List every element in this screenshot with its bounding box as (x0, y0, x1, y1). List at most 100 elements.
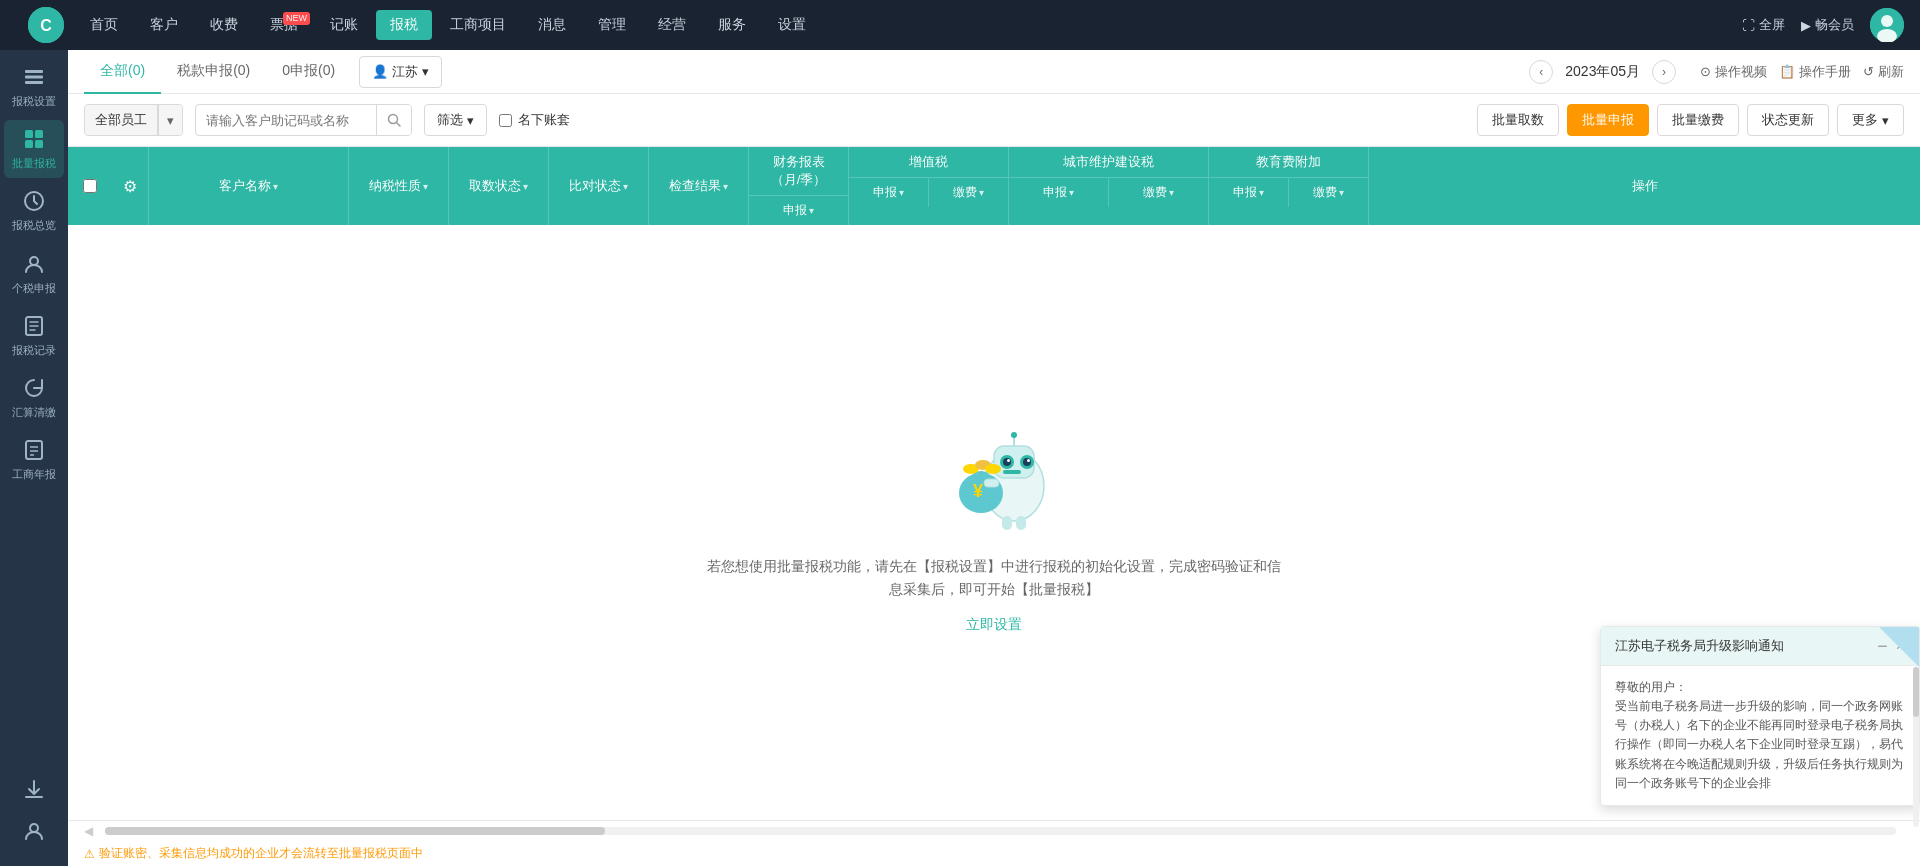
refresh-btn[interactable]: ↺ 刷新 (1863, 63, 1904, 81)
tab-right-actions: ⊙ 操作视频 📋 操作手册 ↺ 刷新 (1700, 63, 1904, 81)
sidebar-item-personal-tax[interactable]: 个税申报 (4, 245, 64, 303)
filter-icon[interactable]: ▾ (809, 205, 814, 216)
batch-declare-btn[interactable]: 批量申报 (1567, 104, 1649, 136)
nav-item-business[interactable]: 工商项目 (436, 10, 520, 40)
svg-line-25 (397, 123, 401, 127)
filter-icon[interactable]: ▾ (1339, 187, 1344, 198)
search-input[interactable] (196, 113, 376, 128)
sidebar-item-annual-report[interactable]: 工商年报 (4, 431, 64, 489)
th-city-pay: 缴费 ▾ (1108, 178, 1208, 207)
th-group-education: 教育费附加 申报 ▾ 缴费 ▾ (1208, 147, 1368, 225)
nav-item-home[interactable]: 首页 (76, 10, 132, 40)
member-btn[interactable]: ▶ 畅会员 (1801, 16, 1854, 34)
nav-item-bookkeeping[interactable]: 记账 (316, 10, 372, 40)
search-button[interactable] (376, 105, 411, 135)
svg-rect-43 (984, 479, 999, 487)
more-btn[interactable]: 更多 ▾ (1837, 104, 1904, 136)
sidebar-item-tax-record[interactable]: 报税记录 (4, 307, 64, 365)
accounts-checkbox-label[interactable]: 名下账套 (499, 111, 570, 129)
status-update-btn[interactable]: 状态更新 (1747, 104, 1829, 136)
nav-item-invoice[interactable]: 票据 NEW (256, 10, 312, 40)
nav-item-settings[interactable]: 设置 (764, 10, 820, 40)
avatar[interactable] (1870, 8, 1904, 42)
filter-icon[interactable]: ▾ (273, 181, 278, 192)
notification-header: 江苏电子税务局升级影响通知 − × (1601, 627, 1919, 666)
notification-body: 尊敬的用户： 受当前电子税务局进一步升级的影响，同一个政务网账号（办税人）名下的… (1601, 666, 1919, 805)
nav-item-operation[interactable]: 经营 (644, 10, 700, 40)
region-selector[interactable]: 👤 江苏 ▾ (359, 56, 442, 88)
sidebar-item-label: 工商年报 (12, 468, 56, 481)
filter-icon[interactable]: ▾ (1169, 187, 1174, 198)
filter-icon[interactable]: ▾ (1069, 187, 1074, 198)
tab-tax-declare[interactable]: 税款申报(0) (161, 50, 266, 94)
robot-illustration: ¥ (929, 411, 1059, 531)
manual-btn[interactable]: 📋 操作手册 (1779, 63, 1851, 81)
filter-dropdown-icon: ▾ (467, 113, 474, 128)
batch-fetch-btn[interactable]: 批量取数 (1477, 104, 1559, 136)
next-month-btn[interactable]: › (1652, 60, 1676, 84)
batch-pay-btn[interactable]: 批量缴费 (1657, 104, 1739, 136)
accounts-checkbox[interactable] (499, 114, 512, 127)
sidebar-item-user[interactable] (4, 812, 64, 850)
refresh-icon: ↺ (1863, 64, 1874, 79)
employee-select[interactable]: 全部员工 ▾ (84, 104, 183, 136)
svg-point-42 (985, 464, 1001, 474)
logo[interactable]: C (16, 7, 76, 43)
filter-icon[interactable]: ▾ (523, 181, 528, 192)
svg-rect-36 (1003, 470, 1021, 474)
filter-icon[interactable]: ▾ (723, 181, 728, 192)
filter-icon[interactable]: ▾ (623, 181, 628, 192)
nav-item-message[interactable]: 消息 (524, 10, 580, 40)
warning-icon: ⚠ (84, 847, 95, 861)
nav-item-tax[interactable]: 报税 (376, 10, 432, 40)
table-header: ⚙ 客户名称 ▾ 纳税性质 ▾ 取数状态 ▾ 比对状态 ▾ (68, 147, 1920, 225)
prev-month-btn[interactable]: ‹ (1529, 60, 1553, 84)
nav-item-fee[interactable]: 收费 (196, 10, 252, 40)
sidebar-item-label: 汇算清缴 (12, 406, 56, 419)
th-settings[interactable]: ⚙ (112, 147, 148, 225)
svg-point-13 (30, 257, 38, 265)
video-btn[interactable]: ⊙ 操作视频 (1700, 63, 1767, 81)
th-checkbox[interactable] (68, 147, 112, 225)
fullscreen-btn[interactable]: ⛶ 全屏 (1742, 16, 1785, 34)
sidebar-item-tax-settings[interactable]: 报税设置 (4, 58, 64, 116)
filter-icon[interactable]: ▾ (1259, 187, 1264, 198)
svg-point-31 (1023, 458, 1031, 466)
nav-items: 首页 客户 收费 票据 NEW 记账 报税 工商项目 消息 管理 经营 服务 设… (76, 10, 1742, 40)
filter-icon[interactable]: ▾ (899, 187, 904, 198)
annual-report-icon (23, 439, 45, 464)
sidebar-item-tax-overview[interactable]: 报税总览 (4, 182, 64, 240)
tab-all[interactable]: 全部(0) (84, 50, 161, 94)
region-icon: 👤 (372, 64, 388, 79)
search-box (195, 104, 412, 136)
notif-scrollbar-track[interactable] (1913, 667, 1919, 827)
svg-point-30 (1003, 458, 1011, 466)
nav-item-management[interactable]: 管理 (584, 10, 640, 40)
nav-item-service[interactable]: 服务 (704, 10, 760, 40)
sidebar-item-annual-settlement[interactable]: 汇算清缴 (4, 369, 64, 427)
horizontal-scrollbar[interactable] (105, 827, 1896, 835)
toolbar-right: 批量取数 批量申报 批量缴费 状态更新 更多 ▾ (1477, 104, 1904, 136)
filter-icon[interactable]: ▾ (423, 181, 428, 192)
notification-panel: 江苏电子税务局升级影响通知 − × 尊敬的用户： 受当前电子税务局进一步升级的影… (1600, 626, 1920, 806)
tax-record-icon (23, 315, 45, 340)
sidebar: 报税设置 批量报税 报税总览 (0, 50, 68, 866)
svg-text:¥: ¥ (973, 481, 983, 501)
svg-rect-44 (1002, 516, 1012, 530)
employee-dropdown-icon[interactable]: ▾ (158, 105, 182, 135)
sidebar-item-label: 报税记录 (12, 344, 56, 357)
th-group-financial: 财务报表（月/季） 申报 ▾ (748, 147, 848, 225)
personal-tax-icon (23, 253, 45, 278)
filter-icon[interactable]: ▾ (979, 187, 984, 198)
select-all-checkbox[interactable] (83, 179, 97, 193)
sidebar-item-download[interactable] (4, 770, 64, 808)
setup-link[interactable]: 立即设置 (966, 616, 1022, 634)
batch-tax-icon (23, 128, 45, 153)
sidebar-item-batch-tax[interactable]: 批量报税 (4, 120, 64, 178)
notif-scrollbar-thumb[interactable] (1913, 667, 1919, 717)
tab-zero-declare[interactable]: 0申报(0) (266, 50, 351, 94)
svg-rect-9 (35, 130, 43, 138)
filter-button[interactable]: 筛选 ▾ (424, 104, 487, 136)
nav-item-customer[interactable]: 客户 (136, 10, 192, 40)
video-icon: ⊙ (1700, 64, 1711, 79)
